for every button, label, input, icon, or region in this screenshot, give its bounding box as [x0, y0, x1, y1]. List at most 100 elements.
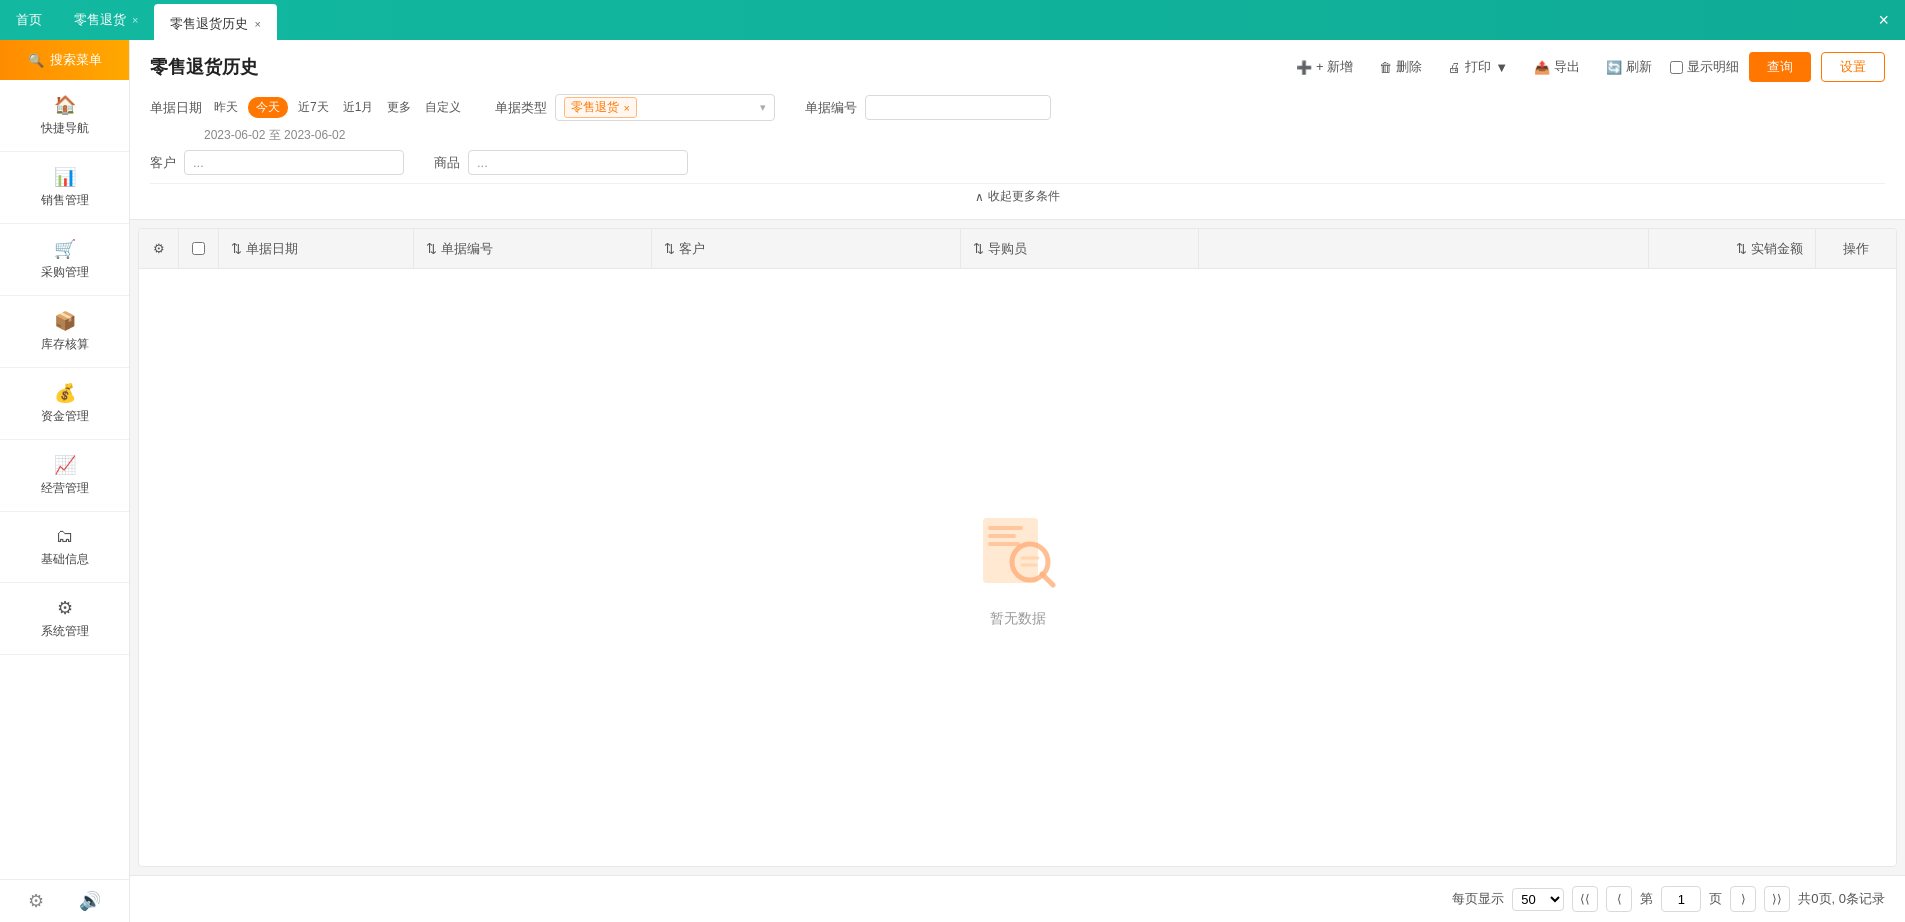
filter-customer-label: 客户: [150, 154, 176, 172]
sound-icon[interactable]: 🔊: [79, 890, 101, 912]
print-dropdown-icon: ▼: [1495, 60, 1508, 75]
voucher-no-input-wrap: [865, 95, 1051, 120]
goods-input-wrap[interactable]: ...: [468, 150, 688, 175]
next-page-button[interactable]: ⟩: [1730, 886, 1756, 912]
top-bar-right: ×: [1878, 10, 1905, 31]
th-checkbox[interactable]: [179, 229, 219, 268]
svg-rect-2: [988, 534, 1016, 538]
operations-icon: 📈: [54, 454, 76, 476]
date-btn-yesterday[interactable]: 昨天: [210, 97, 242, 118]
filter-voucher-no: 单据编号: [805, 95, 1051, 120]
voucher-type-tag-remove[interactable]: ×: [623, 102, 629, 114]
th-guide: ⇅ 导购员: [961, 229, 1199, 268]
voucher-type-input[interactable]: 零售退货 × ▾: [555, 94, 775, 121]
sort-icon-date[interactable]: ⇅: [231, 241, 242, 256]
sidebar-item-system-mgmt[interactable]: ⚙ 系统管理: [0, 583, 129, 655]
display-cols-text: 显示明细: [1687, 58, 1739, 76]
display-cols-label[interactable]: 显示明细: [1670, 58, 1739, 76]
export-button[interactable]: 📤 导出: [1526, 54, 1588, 80]
sidebar-item-purchase-mgmt[interactable]: 🛒 采购管理: [0, 224, 129, 296]
page-unit: 页: [1709, 890, 1722, 908]
filter-voucher-type: 单据类型 零售退货 × ▾: [495, 94, 775, 121]
filter-goods-label: 商品: [434, 154, 460, 172]
inventory-icon: 📦: [54, 310, 76, 332]
filter-date: 单据日期 昨天 今天 近7天 近1月 更多 自定义: [150, 97, 465, 118]
tab-retail-return-history-close[interactable]: ×: [254, 18, 260, 30]
sidebar-search[interactable]: 🔍 搜索菜单: [0, 40, 129, 80]
display-cols-checkbox[interactable]: [1670, 61, 1683, 74]
page-title: 零售退货历史: [150, 55, 258, 79]
filter-row-2: 客户 ... 商品 ...: [150, 150, 1885, 175]
sidebar-item-sales-mgmt[interactable]: 📊 销售管理: [0, 152, 129, 224]
th-amount: ⇅ 实销金额: [1649, 229, 1816, 268]
total-info: 共0页, 0条记录: [1798, 890, 1885, 908]
filter-goods: 商品 ...: [434, 150, 688, 175]
top-bar: 首页 零售退货 × 零售退货历史 × ×: [0, 0, 1905, 40]
export-icon: 📤: [1534, 60, 1550, 75]
voucher-type-dropdown-arrow: ▾: [760, 101, 766, 114]
search-icon: 🔍: [28, 53, 44, 68]
content-area: 零售退货历史 ➕ + 新增 🗑 删除 🖨 打印 ▼: [130, 40, 1905, 922]
last-page-button[interactable]: ⟩⟩: [1764, 886, 1790, 912]
sort-icon-order-no[interactable]: ⇅: [426, 241, 437, 256]
tab-home[interactable]: 首页: [0, 0, 58, 40]
tab-retail-return-close[interactable]: ×: [132, 14, 138, 26]
date-btn-more[interactable]: 更多: [383, 97, 415, 118]
sidebar-item-quick-nav[interactable]: 🏠 快捷导航: [0, 80, 129, 152]
add-button[interactable]: ➕ + 新增: [1288, 54, 1361, 80]
table-header: ⚙ ⇅ 单据日期 ⇅ 单据编号 ⇅ 客户 ⇅ 导购员: [139, 229, 1896, 269]
th-settings[interactable]: ⚙: [139, 229, 179, 268]
select-all-checkbox[interactable]: [192, 242, 205, 255]
sidebar-item-system-mgmt-label: 系统管理: [41, 623, 89, 640]
collapse-label: 收起更多条件: [988, 188, 1060, 205]
delete-icon: 🗑: [1379, 60, 1392, 75]
sales-icon: 📊: [54, 166, 76, 188]
empty-state: 暂无数据: [139, 269, 1896, 866]
toolbar: ➕ + 新增 🗑 删除 🖨 打印 ▼ 📤 导出: [1288, 52, 1885, 82]
sort-icon-customer[interactable]: ⇅: [664, 241, 675, 256]
date-btn-7days[interactable]: 近7天: [294, 97, 333, 118]
tab-retail-return-history[interactable]: 零售退货历史 ×: [154, 4, 276, 44]
window-close-button[interactable]: ×: [1878, 10, 1889, 31]
delete-button[interactable]: 🗑 删除: [1371, 54, 1430, 80]
sidebar-item-finance[interactable]: 💰 资金管理: [0, 368, 129, 440]
first-page-button[interactable]: ⟨⟨: [1572, 886, 1598, 912]
page-header: 零售退货历史 ➕ + 新增 🗑 删除 🖨 打印 ▼: [130, 40, 1905, 220]
add-icon: ➕: [1296, 60, 1312, 75]
setting-button[interactable]: 设置: [1821, 52, 1885, 82]
voucher-no-input[interactable]: [874, 100, 1042, 115]
sidebar-item-inventory[interactable]: 📦 库存核算: [0, 296, 129, 368]
refresh-button[interactable]: 🔄 刷新: [1598, 54, 1660, 80]
sidebar-item-basic-info[interactable]: 🗂 基础信息: [0, 512, 129, 583]
prev-page-button[interactable]: ⟨: [1606, 886, 1632, 912]
th-customer: ⇅ 客户: [652, 229, 961, 268]
customer-input-wrap[interactable]: ...: [184, 150, 404, 175]
sort-icon-guide[interactable]: ⇅: [973, 241, 984, 256]
table-wrap: ⚙ ⇅ 单据日期 ⇅ 单据编号 ⇅ 客户 ⇅ 导购员: [138, 228, 1897, 867]
settings-bottom-icon[interactable]: ⚙: [28, 890, 44, 912]
sidebar-item-finance-label: 资金管理: [41, 408, 89, 425]
sort-icon-amount[interactable]: ⇅: [1736, 241, 1747, 256]
print-button[interactable]: 🖨 打印 ▼: [1440, 54, 1516, 80]
collapse-icon: ∧: [975, 190, 984, 204]
filter-customer: 客户 ...: [150, 150, 404, 175]
home-icon: 🏠: [54, 94, 76, 116]
filter-row-1: 单据日期 昨天 今天 近7天 近1月 更多 自定义 单据类型: [150, 94, 1885, 121]
sidebar-item-operations[interactable]: 📈 经营管理: [0, 440, 129, 512]
query-button[interactable]: 查询: [1749, 52, 1811, 82]
system-icon: ⚙: [57, 597, 73, 619]
purchase-icon: 🛒: [54, 238, 76, 260]
date-btn-1month[interactable]: 近1月: [339, 97, 378, 118]
page-number-input[interactable]: [1661, 886, 1701, 912]
pagination-bar: 每页显示 50 100 200 ⟨⟨ ⟨ 第 页 ⟩ ⟩⟩ 共0页, 0条记录: [130, 875, 1905, 922]
date-btn-custom[interactable]: 自定义: [421, 97, 465, 118]
filter-section: 单据日期 昨天 今天 近7天 近1月 更多 自定义 单据类型: [150, 94, 1885, 219]
basic-info-icon: 🗂: [56, 526, 74, 547]
date-btn-today[interactable]: 今天: [248, 97, 288, 118]
tab-retail-return[interactable]: 零售退货 ×: [58, 0, 154, 40]
sidebar-item-inventory-label: 库存核算: [41, 336, 89, 353]
page-title-row: 零售退货历史 ➕ + 新增 🗑 删除 🖨 打印 ▼: [150, 52, 1885, 82]
sidebar: 🔍 搜索菜单 🏠 快捷导航 📊 销售管理 🛒 采购管理 📦 库存核算 💰: [0, 40, 130, 922]
per-page-select[interactable]: 50 100 200: [1512, 888, 1564, 911]
collapse-more-btn[interactable]: ∧ 收起更多条件: [150, 183, 1885, 209]
